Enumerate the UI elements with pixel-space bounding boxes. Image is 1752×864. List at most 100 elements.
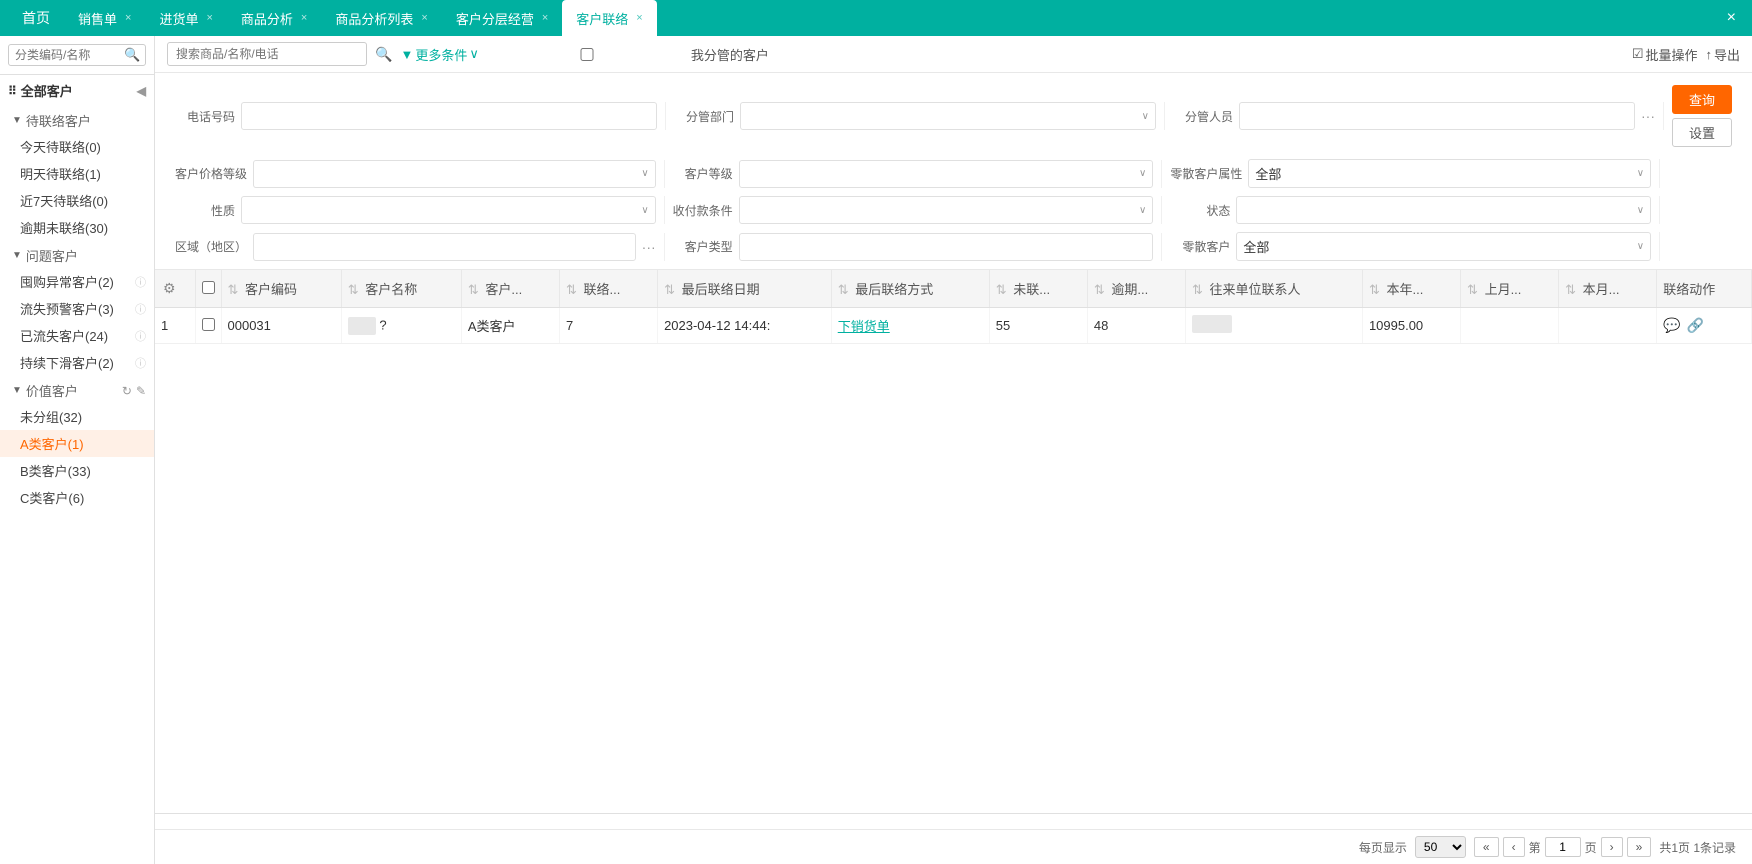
- th-unit-contact[interactable]: ⇅ 往来单位联系人: [1185, 270, 1362, 308]
- filter-input-person[interactable]: [1239, 102, 1635, 130]
- sidebar-collapse-btn[interactable]: ◀: [137, 84, 146, 98]
- sort-handle-lastmonth: ⇅: [1467, 282, 1478, 297]
- setting-button[interactable]: 设置: [1672, 118, 1732, 147]
- query-button[interactable]: 查询: [1672, 85, 1732, 114]
- next-page-button[interactable]: ›: [1601, 837, 1623, 857]
- sidebar-search-icon[interactable]: 🔍: [124, 47, 140, 63]
- sidebar-item-today-pending[interactable]: 今天待联络(0): [0, 133, 154, 160]
- th-code[interactable]: ⇅ 客户编码: [221, 270, 341, 308]
- sidebar-item-declining[interactable]: 持续下滑客户(2) ⓘ: [0, 349, 154, 376]
- value-customer-edit-icon[interactable]: ✎: [136, 384, 146, 398]
- th-unit-contact-label: 往来单位联系人: [1209, 282, 1300, 297]
- nav-tab-analysis[interactable]: 商品分析 ×: [227, 0, 321, 36]
- gear-button[interactable]: ⚙: [161, 278, 178, 299]
- filter-cell-payment: 收付款条件 ∨: [665, 196, 1163, 224]
- my-customer-checkbox[interactable]: [487, 48, 687, 61]
- sidebar-group-problem[interactable]: ▼ 问题客户: [0, 241, 154, 268]
- filter-cell-dept: 分管部门 ∨: [666, 102, 1165, 130]
- sidebar-item-c-class[interactable]: C类客户(6): [0, 484, 154, 511]
- nav-tab-sales[interactable]: 销售单 ×: [64, 0, 145, 36]
- nav-tab-analysis-list-close[interactable]: ×: [421, 12, 427, 24]
- per-page-select[interactable]: 50 100: [1415, 836, 1466, 858]
- value-customer-refresh-icon[interactable]: ↻: [122, 384, 132, 398]
- sidebar-item-a-class[interactable]: A类客户(1): [0, 430, 154, 457]
- sidebar-group-value[interactable]: ▼ 价值客户 ↻ ✎: [0, 376, 154, 403]
- nav-home[interactable]: 首页: [8, 0, 64, 36]
- th-contact[interactable]: ⇅ 联络...: [559, 270, 657, 308]
- nav-tab-analysis-close[interactable]: ×: [301, 12, 307, 24]
- sidebar-all-customers[interactable]: ⠿ 全部客户 ◀: [0, 75, 154, 106]
- select-all-checkbox[interactable]: [202, 281, 215, 294]
- more-filter-button[interactable]: ▼ 更多条件 ∨: [400, 45, 478, 64]
- sidebar-group-value-label: 价值客户: [26, 381, 78, 400]
- filter-select-dept[interactable]: ∨: [740, 102, 1156, 130]
- th-this-month[interactable]: ⇅ 本月...: [1559, 270, 1657, 308]
- td-last-method: 下销货单: [831, 308, 989, 344]
- info-icon2[interactable]: ⓘ: [135, 301, 146, 317]
- filter-select-status[interactable]: ∨: [1236, 196, 1651, 224]
- batch-op-button[interactable]: ☑ 批量操作: [1632, 45, 1698, 64]
- filter-input-region[interactable]: [253, 233, 636, 261]
- filter-select-customer-grade[interactable]: ∨: [739, 160, 1154, 188]
- sidebar-item-b-class[interactable]: B类客户(33): [0, 457, 154, 484]
- last-method-link[interactable]: 下销货单: [838, 319, 890, 334]
- nav-tab-customer-mgmt[interactable]: 客户分层经营 ×: [442, 0, 562, 36]
- page-number-input[interactable]: [1545, 837, 1581, 857]
- filter-select-price-grade[interactable]: ∨: [253, 160, 656, 188]
- filter-select-scatter-attr[interactable]: 全部 ∨: [1248, 159, 1651, 188]
- last-page-button[interactable]: »: [1627, 837, 1652, 857]
- filter-row-2: 客户价格等级 ∨ 客户等级 ∨ 零散客户属性 全部: [167, 159, 1740, 188]
- sidebar-item-tomorrow-pending[interactable]: 明天待联络(1): [0, 160, 154, 187]
- grid-icon: ⠿: [8, 84, 17, 98]
- info-icon1[interactable]: ⓘ: [135, 274, 146, 290]
- filter-input-customer-type[interactable]: [739, 233, 1154, 261]
- horizontal-scrollbar[interactable]: [155, 813, 1752, 829]
- chat-icon[interactable]: 💬: [1663, 317, 1680, 334]
- th-grade[interactable]: ⇅ 客户...: [461, 270, 559, 308]
- row-checkbox[interactable]: [202, 318, 215, 331]
- sidebar-item-b-class-label: B类客户(33): [20, 461, 91, 480]
- filter-label-phone: 电话号码: [175, 108, 235, 125]
- sidebar-item-overdue-contact[interactable]: 逾期未联络(30): [0, 214, 154, 241]
- nav-tab-sales-close[interactable]: ×: [125, 12, 131, 24]
- th-overdue[interactable]: ⇅ 逾期...: [1087, 270, 1185, 308]
- nav-tab-analysis-list[interactable]: 商品分析列表 ×: [321, 0, 441, 36]
- chevron-scatter-attr-icon: ∨: [1637, 168, 1644, 179]
- sidebar-group-pending[interactable]: ▼ 待联络客户: [0, 106, 154, 133]
- th-last-date[interactable]: ⇅ 最后联络日期: [658, 270, 832, 308]
- filter-select-payment[interactable]: ∨: [739, 196, 1154, 224]
- window-close-button[interactable]: ×: [1719, 9, 1744, 27]
- th-name[interactable]: ⇅ 客户名称: [341, 270, 461, 308]
- search-button[interactable]: 🔍: [375, 46, 392, 63]
- nav-tab-customer-contact-close[interactable]: ×: [636, 12, 642, 24]
- nav-tab-purchase-close[interactable]: ×: [206, 12, 212, 24]
- filter-input-phone[interactable]: [241, 102, 657, 130]
- th-this-year[interactable]: ⇅ 本年...: [1362, 270, 1460, 308]
- th-no-contact[interactable]: ⇅ 未联...: [989, 270, 1087, 308]
- first-page-button[interactable]: «: [1474, 837, 1499, 857]
- sidebar-item-ungrouped[interactable]: 未分组(32): [0, 403, 154, 430]
- filter-select-scatter[interactable]: 全部 ∨: [1236, 232, 1651, 261]
- nav-tab-purchase[interactable]: 进货单 ×: [145, 0, 226, 36]
- info-icon4[interactable]: ⓘ: [135, 355, 146, 371]
- info-icon3[interactable]: ⓘ: [135, 328, 146, 344]
- th-last-month[interactable]: ⇅ 上月...: [1461, 270, 1559, 308]
- sidebar-item-hoard-abnormal[interactable]: 囤购异常客户(2) ⓘ: [0, 268, 154, 295]
- link-icon[interactable]: 🔗: [1687, 317, 1704, 334]
- sidebar-item-churn-warning[interactable]: 流失预警客户(3) ⓘ: [0, 295, 154, 322]
- td-this-year: 10995.00: [1362, 308, 1460, 344]
- sort-handle-grade: ⇅: [468, 282, 479, 297]
- sidebar-item-churned[interactable]: 已流失客户(24) ⓘ: [0, 322, 154, 349]
- filter-dots-region[interactable]: ···: [642, 239, 656, 255]
- search-input[interactable]: [167, 42, 367, 66]
- th-last-method[interactable]: ⇅ 最后联络方式: [831, 270, 989, 308]
- filter-select-nature[interactable]: ∨: [241, 196, 656, 224]
- nav-tab-customer-mgmt-close[interactable]: ×: [542, 12, 548, 24]
- sidebar-item-week-pending[interactable]: 近7天待联络(0): [0, 187, 154, 214]
- filter-dots-person[interactable]: ···: [1641, 108, 1655, 124]
- export-button[interactable]: ↑ 导出: [1705, 45, 1740, 64]
- my-customer-filter[interactable]: 我分管的客户: [487, 45, 769, 64]
- nav-tab-customer-contact[interactable]: 客户联络 ×: [562, 0, 656, 36]
- sidebar-item-tomorrow-pending-label: 明天待联络(1): [20, 164, 101, 183]
- prev-page-button[interactable]: ‹: [1503, 837, 1525, 857]
